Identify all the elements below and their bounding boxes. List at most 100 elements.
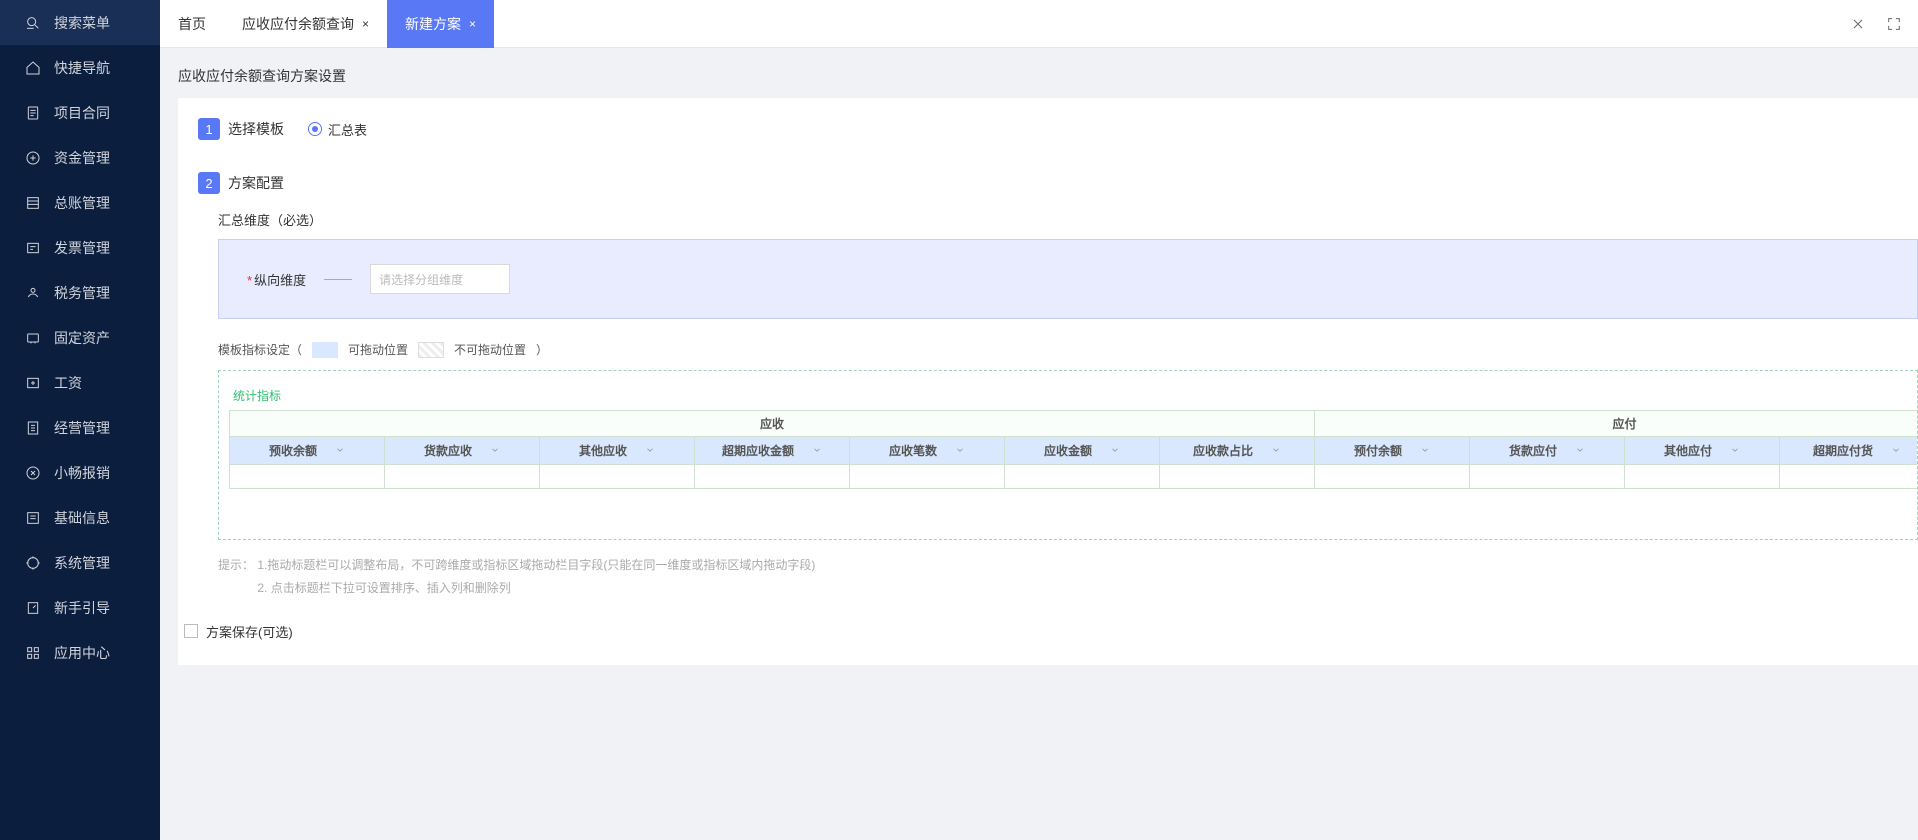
table-cell bbox=[695, 465, 850, 489]
step-2-row: 2 方案配置 bbox=[178, 168, 1918, 204]
table-cell bbox=[385, 465, 540, 489]
chevron-down-icon[interactable] bbox=[955, 444, 965, 458]
salary-icon bbox=[24, 374, 42, 392]
chevron-down-icon[interactable] bbox=[1891, 444, 1901, 458]
home-icon bbox=[24, 59, 42, 77]
column-header[interactable]: 其他应付 bbox=[1625, 437, 1780, 465]
tip-1: 1.拖动标题栏可以调整布局，不可跨维度或指标区域拖动栏目字段(只能在同一维度或指… bbox=[257, 558, 815, 572]
sidebar-item-ledger[interactable]: 总账管理 bbox=[0, 180, 160, 225]
table-cell bbox=[1160, 465, 1315, 489]
sidebar-item-assets[interactable]: 固定资产 bbox=[0, 315, 160, 360]
wallet-icon bbox=[24, 149, 42, 167]
sidebar-item-guide[interactable]: 新手引导 bbox=[0, 585, 160, 630]
asset-icon bbox=[24, 329, 42, 347]
column-header[interactable]: 货款应收 bbox=[385, 437, 540, 465]
sidebar-item-funds[interactable]: 资金管理 bbox=[0, 135, 160, 180]
column-header[interactable]: 应收款占比 bbox=[1160, 437, 1315, 465]
close-all-button[interactable] bbox=[1844, 10, 1872, 38]
vertical-dim-label: *纵向维度 bbox=[247, 270, 306, 289]
draggable-swatch bbox=[312, 342, 338, 358]
ledger-icon bbox=[24, 194, 42, 212]
sidebar-item-quicknav[interactable]: 快捷导航 bbox=[0, 45, 160, 90]
chevron-down-icon[interactable] bbox=[1271, 444, 1281, 458]
group-header-ap[interactable]: 应付 bbox=[1315, 411, 1918, 437]
stat-indicator-title: 统计指标 bbox=[233, 387, 1907, 404]
tab-label: 首页 bbox=[178, 14, 206, 34]
close-icon[interactable]: × bbox=[362, 17, 369, 31]
column-label: 其他应付 bbox=[1664, 442, 1712, 459]
indicator-table: 应收 应付 预收余额 货款应收其他应收 超期应收金额 应收笔数 应收金额 应收款占比 预付余… bbox=[229, 410, 1918, 489]
legend-draggable: 可拖动位置 bbox=[348, 341, 408, 358]
document-icon bbox=[24, 104, 42, 122]
save-plan-checkbox[interactable] bbox=[184, 624, 198, 638]
step-label: 选择模板 bbox=[228, 119, 284, 139]
sidebar-item-label: 发票管理 bbox=[54, 238, 110, 258]
sidebar-item-invoice[interactable]: 发票管理 bbox=[0, 225, 160, 270]
column-header[interactable]: 超期应收金额 bbox=[695, 437, 850, 465]
group-dimension-select[interactable]: 请选择分组维度 bbox=[370, 264, 510, 294]
tab-home[interactable]: 首页 bbox=[160, 0, 224, 48]
column-header[interactable]: 超期应付货 bbox=[1780, 437, 1918, 465]
column-header[interactable]: 应收金额 bbox=[1005, 437, 1160, 465]
table-cell bbox=[230, 465, 385, 489]
sidebar-item-business[interactable]: 经营管理 bbox=[0, 405, 160, 450]
sidebar-item-search[interactable]: 搜索菜单 bbox=[0, 0, 160, 45]
column-label: 应收金额 bbox=[1044, 442, 1092, 459]
chevron-down-icon[interactable] bbox=[812, 444, 822, 458]
sidebar-item-label: 小畅报销 bbox=[54, 463, 110, 483]
template-summary-radio[interactable]: 汇总表 bbox=[308, 120, 367, 139]
business-icon bbox=[24, 419, 42, 437]
nondraggable-swatch bbox=[418, 342, 444, 358]
sidebar-item-salary[interactable]: 工资 bbox=[0, 360, 160, 405]
placeholder-text: 请选择分组维度 bbox=[379, 271, 463, 288]
sidebar-item-system[interactable]: 系统管理 bbox=[0, 540, 160, 585]
tab-bar: 首页 应收应付余额查询 × 新建方案 × bbox=[160, 0, 1918, 48]
column-header[interactable]: 货款应付 bbox=[1470, 437, 1625, 465]
expense-icon bbox=[24, 464, 42, 482]
column-label: 超期应收金额 bbox=[722, 442, 794, 459]
sidebar-item-contract[interactable]: 项目合同 bbox=[0, 90, 160, 135]
save-plan-label: 方案保存(可选) bbox=[206, 622, 293, 641]
tab-balance-query[interactable]: 应收应付余额查询 × bbox=[224, 0, 387, 48]
column-label: 预收余额 bbox=[269, 442, 317, 459]
sidebar-item-baseinfo[interactable]: 基础信息 bbox=[0, 495, 160, 540]
table-cell bbox=[850, 465, 1005, 489]
chevron-down-icon[interactable] bbox=[1730, 444, 1740, 458]
chevron-down-icon[interactable] bbox=[645, 444, 655, 458]
tip-label: 提示： bbox=[218, 558, 254, 572]
sidebar-item-label: 系统管理 bbox=[54, 553, 110, 573]
tab-new-plan[interactable]: 新建方案 × bbox=[387, 0, 494, 48]
step-badge: 1 bbox=[198, 118, 220, 140]
group-header-ar[interactable]: 应收 bbox=[230, 411, 1315, 437]
close-icon[interactable]: × bbox=[469, 17, 476, 31]
tips-block: 提示： 1.拖动标题栏可以调整布局，不可跨维度或指标区域拖动栏目字段(只能在同一… bbox=[218, 554, 1918, 600]
column-header[interactable]: 其他应收 bbox=[540, 437, 695, 465]
sidebar-item-expense[interactable]: 小畅报销 bbox=[0, 450, 160, 495]
sidebar-item-label: 项目合同 bbox=[54, 103, 110, 123]
radio-label: 汇总表 bbox=[328, 120, 367, 139]
chevron-down-icon[interactable] bbox=[335, 444, 345, 458]
column-label: 应收款占比 bbox=[1193, 442, 1253, 459]
chevron-down-icon[interactable] bbox=[1420, 444, 1430, 458]
table-cell bbox=[1315, 465, 1470, 489]
chevron-down-icon[interactable] bbox=[490, 444, 500, 458]
column-label: 超期应付货 bbox=[1813, 442, 1873, 459]
chevron-down-icon[interactable] bbox=[1575, 444, 1585, 458]
column-label: 预付余额 bbox=[1354, 442, 1402, 459]
dimension-box: *纵向维度 请选择分组维度 bbox=[218, 239, 1918, 319]
sidebar-item-label: 快捷导航 bbox=[54, 58, 110, 78]
sidebar-item-tax[interactable]: 税务管理 bbox=[0, 270, 160, 315]
save-plan-row: 方案保存(可选) bbox=[178, 622, 1918, 641]
column-header[interactable]: 预付余额 bbox=[1315, 437, 1470, 465]
connector-line bbox=[324, 279, 352, 280]
column-header[interactable]: 应收笔数 bbox=[850, 437, 1005, 465]
fullscreen-button[interactable] bbox=[1880, 10, 1908, 38]
sidebar-item-appcenter[interactable]: 应用中心 bbox=[0, 630, 160, 675]
chevron-down-icon[interactable] bbox=[1110, 444, 1120, 458]
column-header[interactable]: 预收余额 bbox=[230, 437, 385, 465]
gear-icon bbox=[24, 554, 42, 572]
sidebar-item-label: 新手引导 bbox=[54, 598, 110, 618]
sidebar-item-label: 资金管理 bbox=[54, 148, 110, 168]
dimension-title: 汇总维度（必选） bbox=[218, 210, 1918, 229]
table-cell bbox=[540, 465, 695, 489]
